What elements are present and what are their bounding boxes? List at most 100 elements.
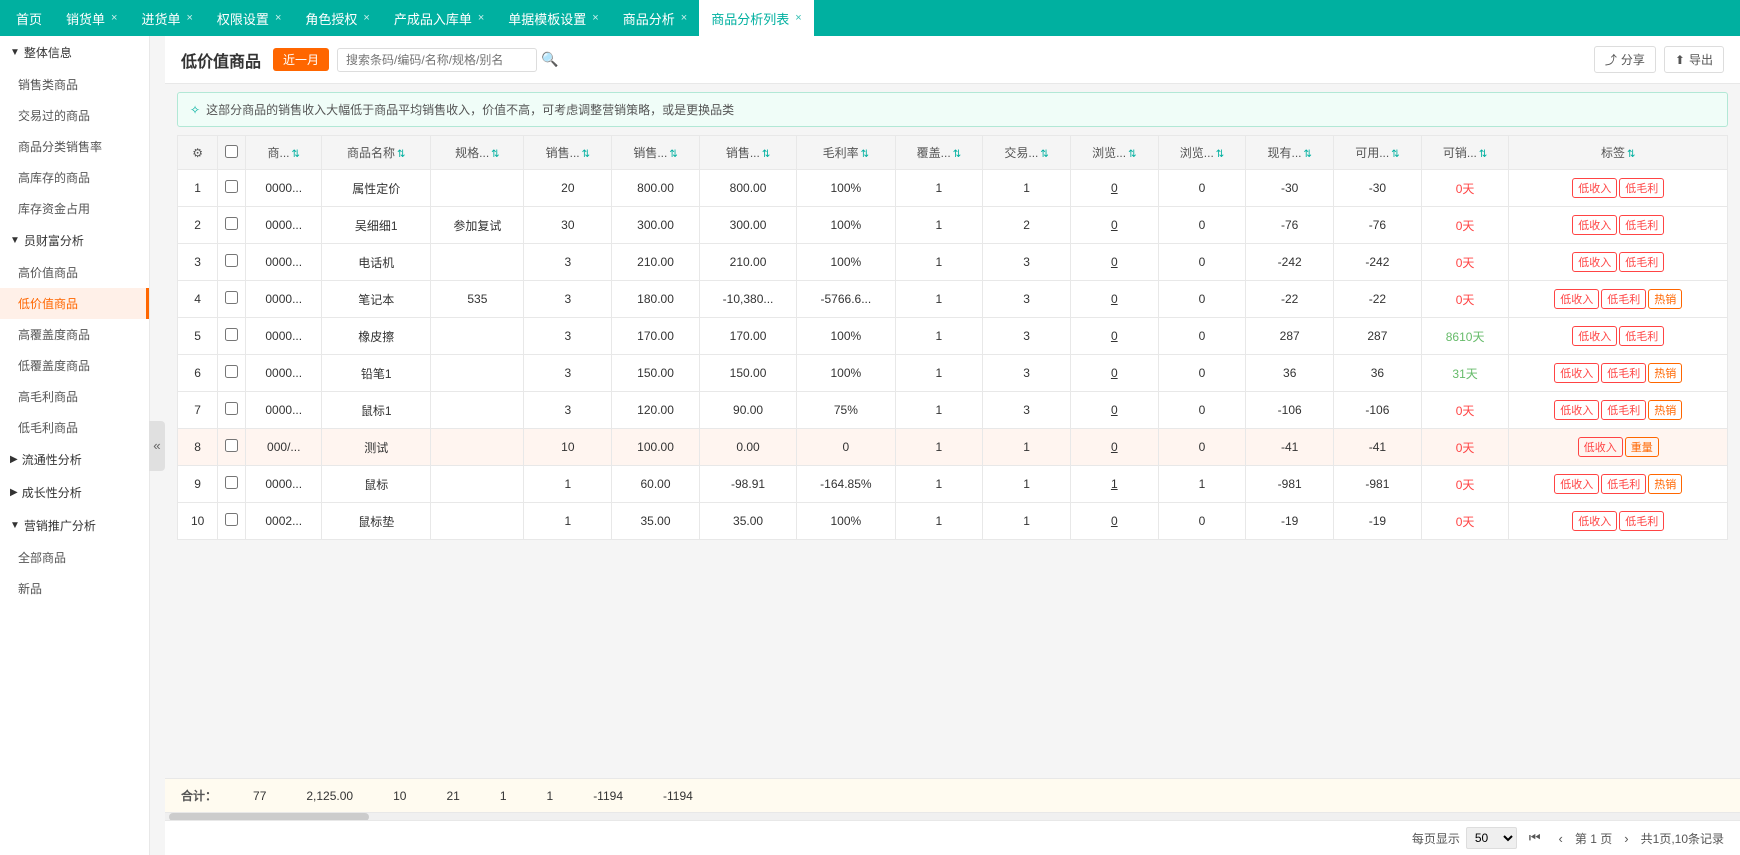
row-check[interactable] — [225, 513, 238, 526]
sidebar-section-overall[interactable]: ▼ 整体信息 — [0, 36, 149, 69]
sidebar-item-all-products[interactable]: 全部商品 — [0, 542, 149, 573]
first-page-button[interactable]: ⏮ — [1523, 828, 1547, 848]
row-browse1-4[interactable]: 0 — [1070, 281, 1158, 318]
th-stock1[interactable]: 现有...⇅ — [1246, 136, 1334, 170]
sidebar-section-marketing[interactable]: ▼ 营销推广分析 — [0, 509, 149, 542]
share-button[interactable]: ⤴ 分享 — [1594, 46, 1656, 73]
th-cover[interactable]: 覆盖...⇅ — [895, 136, 983, 170]
row-checkbox-3[interactable] — [218, 244, 246, 281]
sidebar-item-high-stock[interactable]: 高库存的商品 — [0, 162, 149, 193]
sidebar-item-low-margin[interactable]: 低毛利商品 — [0, 412, 149, 443]
row-check[interactable] — [225, 254, 238, 267]
row-browse1-10[interactable]: 0 — [1070, 503, 1158, 540]
browse1-link[interactable]: 0 — [1111, 366, 1118, 380]
row-browse1-6[interactable]: 0 — [1070, 355, 1158, 392]
sidebar-item-stock-capital[interactable]: 库存资金占用 — [0, 193, 149, 224]
sidebar-item-category-rate[interactable]: 商品分类销售率 — [0, 131, 149, 162]
nav-product-in[interactable]: 产成品入库单× — [382, 0, 496, 36]
browse1-link[interactable]: 0 — [1111, 292, 1118, 306]
th-s3[interactable]: 销售...⇅ — [699, 136, 796, 170]
th-browse1[interactable]: 浏览...⇅ — [1070, 136, 1158, 170]
sidebar-item-high-margin[interactable]: 高毛利商品 — [0, 381, 149, 412]
nav-permission-close[interactable]: × — [275, 12, 281, 24]
browse1-link[interactable]: 0 — [1111, 440, 1118, 454]
sidebar-section-flow[interactable]: ▶ 流通性分析 — [0, 443, 149, 476]
filter-recent-month-button[interactable]: 近一月 — [273, 48, 329, 71]
browse1-link[interactable]: 0 — [1111, 329, 1118, 343]
nav-analysis[interactable]: 商品分析× — [611, 0, 699, 36]
nav-analysis-list[interactable]: 商品分析列表× — [699, 0, 813, 36]
nav-home[interactable]: 首页 — [4, 0, 54, 36]
browse1-link[interactable]: 1 — [1111, 477, 1118, 491]
nav-sales-close[interactable]: × — [111, 12, 117, 24]
row-checkbox-1[interactable] — [218, 170, 246, 207]
row-browse1-5[interactable]: 0 — [1070, 318, 1158, 355]
row-browse1-1[interactable]: 0 — [1070, 170, 1158, 207]
nav-role[interactable]: 角色授权× — [293, 0, 381, 36]
nav-analysis-close[interactable]: × — [681, 12, 687, 24]
row-check[interactable] — [225, 291, 238, 304]
nav-analysis-list-close[interactable]: × — [795, 12, 801, 24]
th-browse2[interactable]: 浏览...⇅ — [1158, 136, 1246, 170]
prev-page-button[interactable]: ‹ — [1553, 829, 1569, 848]
th-checkbox[interactable] — [218, 136, 246, 170]
row-check[interactable] — [225, 217, 238, 230]
th-code[interactable]: 商...⇅ — [246, 136, 322, 170]
browse1-link[interactable]: 0 — [1111, 218, 1118, 232]
row-checkbox-4[interactable] — [218, 281, 246, 318]
browse1-link[interactable]: 0 — [1111, 514, 1118, 528]
next-page-button[interactable]: › — [1618, 829, 1634, 848]
th-settings[interactable]: ⚙ — [178, 136, 218, 170]
row-browse1-3[interactable]: 0 — [1070, 244, 1158, 281]
th-name[interactable]: 商品名称⇅ — [322, 136, 431, 170]
nav-template-close[interactable]: × — [592, 12, 598, 24]
row-checkbox-5[interactable] — [218, 318, 246, 355]
nav-purchase[interactable]: 进货单× — [129, 0, 204, 36]
browse1-link[interactable]: 0 — [1111, 181, 1118, 195]
horizontal-scrollbar[interactable] — [165, 812, 1740, 820]
browse1-link[interactable]: 0 — [1111, 403, 1118, 417]
row-browse1-7[interactable]: 0 — [1070, 392, 1158, 429]
th-trade[interactable]: 交易...⇅ — [983, 136, 1071, 170]
row-checkbox-6[interactable] — [218, 355, 246, 392]
sidebar-item-high-coverage[interactable]: 高覆盖度商品 — [0, 319, 149, 350]
select-all-checkbox[interactable] — [225, 145, 238, 158]
th-s2[interactable]: 销售...⇅ — [612, 136, 700, 170]
search-input[interactable] — [337, 48, 537, 72]
sidebar-item-low-coverage[interactable]: 低覆盖度商品 — [0, 350, 149, 381]
nav-purchase-close[interactable]: × — [186, 12, 192, 24]
row-check[interactable] — [225, 439, 238, 452]
sidebar-section-growth[interactable]: ▶ 成长性分析 — [0, 476, 149, 509]
row-check[interactable] — [225, 328, 238, 341]
row-checkbox-7[interactable] — [218, 392, 246, 429]
sidebar-item-high-value[interactable]: 高价值商品 — [0, 257, 149, 288]
th-spec[interactable]: 规格...⇅ — [431, 136, 524, 170]
th-tags[interactable]: 标签⇅ — [1509, 136, 1728, 170]
th-days[interactable]: 可销...⇅ — [1421, 136, 1509, 170]
export-button[interactable]: ⬆ 导出 — [1664, 46, 1724, 73]
nav-product-in-close[interactable]: × — [478, 12, 484, 24]
nav-permission[interactable]: 权限设置× — [205, 0, 293, 36]
th-gross[interactable]: 毛利率⇅ — [797, 136, 895, 170]
row-browse1-9[interactable]: 1 — [1070, 466, 1158, 503]
row-check[interactable] — [225, 476, 238, 489]
sidebar-item-traded-products[interactable]: 交易过的商品 — [0, 100, 149, 131]
th-s1[interactable]: 销售...⇅ — [524, 136, 612, 170]
nav-template[interactable]: 单据模板设置× — [496, 0, 610, 36]
row-checkbox-8[interactable] — [218, 429, 246, 466]
row-check[interactable] — [225, 365, 238, 378]
sidebar-section-wealth[interactable]: ▼ 员财富分析 — [0, 224, 149, 257]
sidebar-item-new-products[interactable]: 新品 — [0, 573, 149, 604]
sidebar-item-low-value[interactable]: 低价值商品 — [0, 288, 149, 319]
row-checkbox-10[interactable] — [218, 503, 246, 540]
row-checkbox-2[interactable] — [218, 207, 246, 244]
page-size-select[interactable]: 50 100 200 — [1466, 827, 1517, 849]
browse1-link[interactable]: 0 — [1111, 255, 1118, 269]
nav-role-close[interactable]: × — [363, 12, 369, 24]
row-check[interactable] — [225, 180, 238, 193]
row-browse1-8[interactable]: 0 — [1070, 429, 1158, 466]
sidebar-item-sales-products[interactable]: 销售类商品 — [0, 69, 149, 100]
nav-sales[interactable]: 销货单× — [54, 0, 129, 36]
sidebar-collapse-button[interactable]: « — [149, 421, 165, 471]
search-button[interactable]: 🔍 — [541, 51, 558, 68]
